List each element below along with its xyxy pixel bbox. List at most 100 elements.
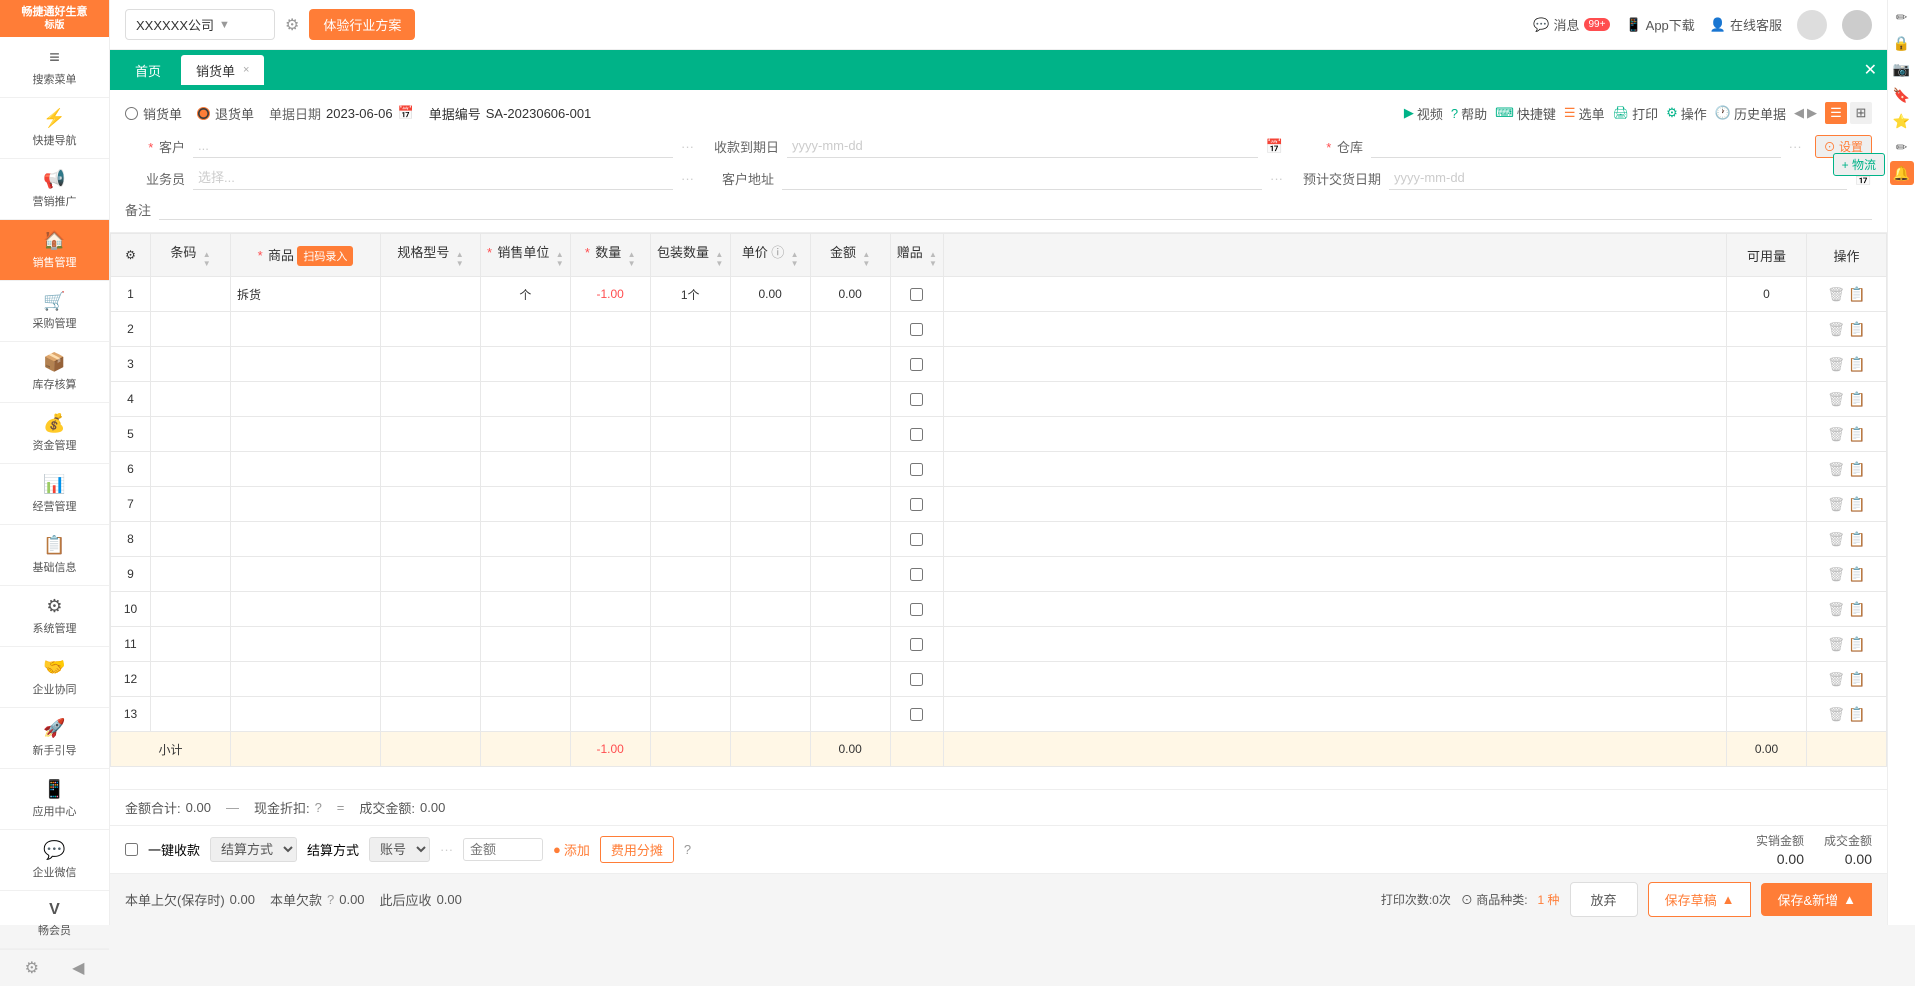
user-avatar2[interactable] (1842, 10, 1872, 40)
delete-row-icon[interactable]: 🗑 (1827, 321, 1845, 337)
right-panel-edit-icon[interactable]: ✏ (1890, 5, 1914, 29)
date-calendar-icon[interactable]: 📅 (398, 105, 414, 121)
app-download-button[interactable]: 📱 App下载 (1625, 15, 1694, 34)
due-date-calendar-icon[interactable]: 📅 (1266, 138, 1283, 155)
copy-row-icon[interactable]: 📋 (1848, 356, 1865, 372)
packqty-sort[interactable]: ▲▼ (715, 251, 723, 268)
customer-addr-input[interactable] (782, 166, 1262, 190)
cell-spec[interactable] (381, 277, 481, 312)
barcode-sort[interactable]: ▲▼ (203, 251, 211, 268)
right-panel-pencil-icon[interactable]: ✏ (1890, 135, 1914, 159)
cell-barcode[interactable] (151, 557, 231, 592)
warehouse-more-icon[interactable]: ··· (1789, 139, 1802, 154)
cell-spec[interactable] (381, 522, 481, 557)
copy-row-icon[interactable]: 📋 (1848, 601, 1865, 617)
copy-row-icon[interactable]: 📋 (1848, 426, 1865, 442)
cell-spec[interactable] (381, 347, 481, 382)
delete-row-icon[interactable]: 🗑 (1827, 531, 1845, 547)
cell-gift[interactable] (890, 417, 943, 452)
right-panel-tag-icon[interactable]: 🔖 (1890, 83, 1914, 107)
cell-gift[interactable] (890, 277, 943, 312)
ops-button[interactable]: ⚙ 操作 (1666, 104, 1707, 123)
cell-gift[interactable] (890, 347, 943, 382)
logistics-button[interactable]: + 物流 (1833, 153, 1885, 176)
cell-gift[interactable] (890, 592, 943, 627)
sidebar-item-member[interactable]: V 畅会员 (0, 891, 109, 949)
collapse-icon[interactable]: ◀ (72, 958, 84, 978)
sidebar-item-base-info[interactable]: 📋 基础信息 (0, 525, 109, 586)
sidebar-item-operations[interactable]: 📊 经营管理 (0, 464, 109, 525)
copy-row-icon[interactable]: 📋 (1848, 671, 1865, 687)
user-avatar[interactable] (1797, 10, 1827, 40)
cell-spec[interactable] (381, 662, 481, 697)
one-key-payment-checkbox[interactable] (125, 843, 138, 856)
copy-row-icon[interactable]: 📋 (1848, 461, 1865, 477)
cell-barcode[interactable] (151, 627, 231, 662)
cell-spec[interactable] (381, 627, 481, 662)
cell-barcode[interactable] (151, 382, 231, 417)
trial-button[interactable]: 体验行业方案 (309, 9, 415, 40)
cell-barcode[interactable] (151, 522, 231, 557)
cell-gift[interactable] (890, 662, 943, 697)
save-new-button[interactable]: 保存&新增 ▲ (1761, 883, 1872, 916)
payment-account-select[interactable]: 账号 (369, 837, 430, 862)
cell-gift[interactable] (890, 452, 943, 487)
sidebar-item-search-orders[interactable]: ≡ 搜索菜单 (0, 37, 109, 98)
cell-gift[interactable] (890, 312, 943, 347)
gift-sort[interactable]: ▲▼ (929, 251, 937, 268)
th-settings[interactable]: ⚙ (111, 234, 151, 277)
sidebar-item-marketing[interactable]: 📢 营销推广 (0, 159, 109, 220)
delete-row-icon[interactable]: 🗑 (1827, 601, 1845, 617)
table-container[interactable]: ⚙ 条码 ▲▼ * 商品 扫码录入 规格型号 (110, 233, 1887, 789)
warehouse-input[interactable]: 建材仓 (1371, 134, 1781, 158)
delete-row-icon[interactable]: 🗑 (1827, 461, 1845, 477)
settings-icon[interactable]: ⚙ (25, 958, 39, 978)
unit-sort[interactable]: ▲▼ (556, 251, 564, 268)
customer-more-icon[interactable]: ··· (681, 139, 694, 154)
print-button[interactable]: 🖨 打印 (1613, 104, 1659, 123)
add-payment-button[interactable]: ● 添加 (553, 840, 590, 859)
next-icon[interactable]: ▶ (1807, 105, 1817, 121)
right-panel-star-icon[interactable]: ⭐ (1890, 109, 1914, 133)
cell-barcode[interactable] (151, 417, 231, 452)
copy-row-icon[interactable]: 📋 (1848, 706, 1865, 722)
cell-barcode[interactable] (151, 662, 231, 697)
remarks-input[interactable] (159, 198, 1872, 220)
shortcut-button[interactable]: ⌨ 快捷键 (1495, 104, 1556, 123)
sidebar-item-guide[interactable]: 🚀 新手引导 (0, 708, 109, 769)
scan-button[interactable]: 扫码录入 (297, 246, 353, 266)
sidebar-item-enterprise[interactable]: 🤝 企业协同 (0, 647, 109, 708)
grid-view-icon[interactable]: ⊞ (1850, 102, 1872, 124)
delete-row-icon[interactable]: 🗑 (1827, 391, 1845, 407)
salesperson-input[interactable] (193, 166, 673, 190)
radio-sales-input[interactable] (125, 107, 138, 120)
radio-sales[interactable]: 销货单 (125, 104, 182, 123)
cell-gift[interactable] (890, 522, 943, 557)
discount-help-icon[interactable]: ? (315, 800, 322, 815)
cell-barcode[interactable] (151, 452, 231, 487)
company-selector[interactable]: XXXXXX公司 ▼ (125, 9, 275, 40)
owed-help-icon[interactable]: ? (327, 892, 334, 907)
payment-account-more[interactable]: ··· (440, 842, 453, 857)
sidebar-item-purchase-mgmt[interactable]: 🛒 采购管理 (0, 281, 109, 342)
cell-barcode[interactable] (151, 347, 231, 382)
cell-barcode[interactable] (151, 697, 231, 732)
right-panel-photo-icon[interactable]: 📷 (1890, 57, 1914, 81)
cell-barcode[interactable] (151, 312, 231, 347)
delete-row-icon[interactable]: 🗑 (1827, 636, 1845, 652)
cell-spec[interactable] (381, 452, 481, 487)
cell-spec[interactable] (381, 417, 481, 452)
radio-return[interactable]: 退货单 (197, 104, 254, 123)
copy-row-icon[interactable]: 📋 (1848, 496, 1865, 512)
cell-gift[interactable] (890, 557, 943, 592)
payment-method-select[interactable]: 结算方式 (210, 837, 297, 862)
sidebar-item-system[interactable]: ⚙ 系统管理 (0, 586, 109, 647)
salesperson-more-icon[interactable]: ··· (681, 171, 694, 186)
payment-amount-input[interactable] (463, 838, 543, 861)
delete-row-icon[interactable]: 🗑 (1827, 286, 1845, 302)
customer-input[interactable] (193, 134, 673, 158)
cell-barcode[interactable] (151, 592, 231, 627)
delete-row-icon[interactable]: 🗑 (1827, 671, 1845, 687)
due-date-input[interactable] (787, 134, 1258, 158)
choose-button[interactable]: ☰ 选单 (1564, 104, 1605, 123)
